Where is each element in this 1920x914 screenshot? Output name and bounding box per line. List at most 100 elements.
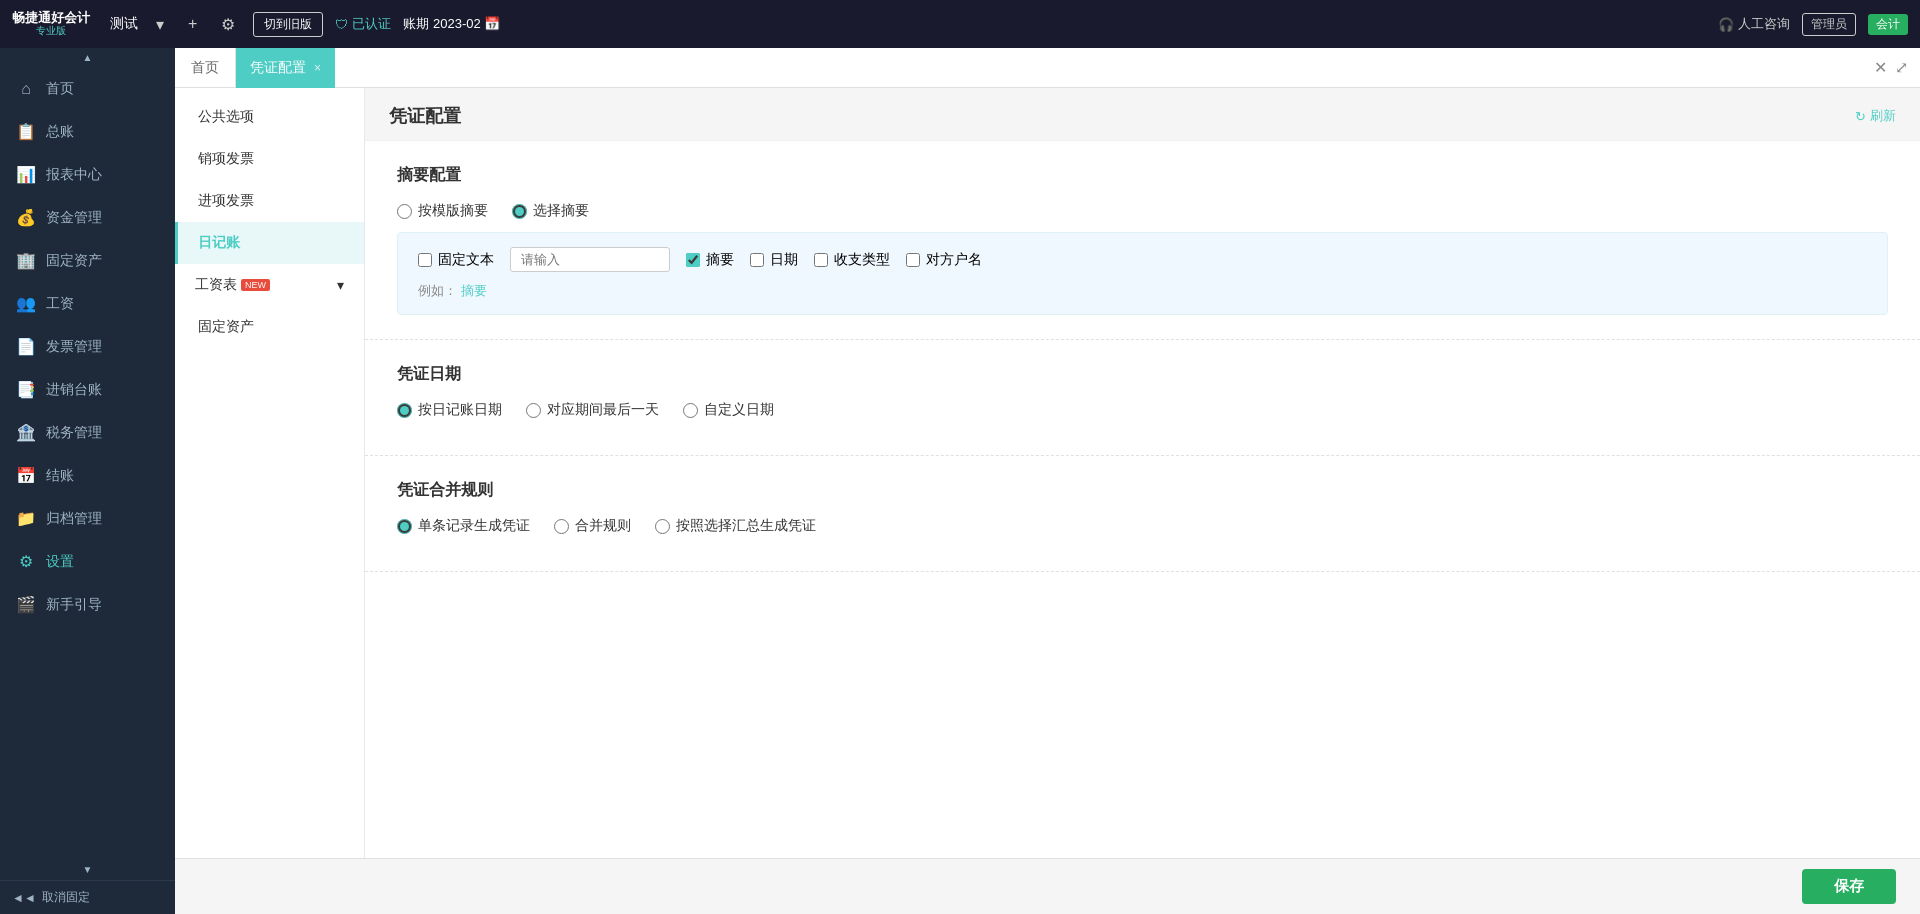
income-type-label: 收支类型 — [834, 251, 890, 269]
left-nav-payroll[interactable]: 工资表 NEW ▾ — [175, 264, 364, 306]
tab-home[interactable]: 首页 — [175, 48, 236, 88]
funds-icon: 💰 — [16, 208, 36, 227]
left-nav-fixed-assets[interactable]: 固定资产 — [175, 306, 364, 348]
summary-template-radio[interactable] — [397, 204, 412, 219]
sidebar-item-settings[interactable]: ⚙ 设置 — [0, 540, 175, 583]
sidebar-item-tax[interactable]: 🏦 税务管理 — [0, 411, 175, 454]
date-option-journal[interactable]: 按日记账日期 — [397, 401, 502, 419]
left-nav-public[interactable]: 公共选项 — [175, 96, 364, 138]
sidebar-scroll-up[interactable]: ▲ — [83, 52, 93, 64]
sidebar-item-wages[interactable]: 👥 工资 — [0, 282, 175, 325]
page-title: 凭证配置 — [389, 104, 461, 128]
sidebar-label-assets: 固定资产 — [46, 252, 102, 270]
consult-button[interactable]: 🎧 人工咨询 — [1718, 15, 1790, 33]
sidebar-label-closing: 结账 — [46, 467, 74, 485]
merge-option-aggregate[interactable]: 按照选择汇总生成凭证 — [655, 517, 816, 535]
tab-voucher-config-label: 凭证配置 — [250, 59, 306, 77]
project-name[interactable]: 测试 — [110, 15, 138, 33]
date-journal-radio[interactable] — [397, 403, 412, 418]
summary-select-radio[interactable] — [512, 204, 527, 219]
sidebar-item-assets[interactable]: 🏢 固定资产 — [0, 239, 175, 282]
sidebar-label-wages: 工资 — [46, 295, 74, 313]
summary-template-label: 按模版摘要 — [418, 202, 488, 220]
fixed-text-input[interactable] — [510, 247, 670, 272]
date-option-last[interactable]: 对应期间最后一天 — [526, 401, 659, 419]
dropdown-icon[interactable]: ▾ — [150, 11, 170, 38]
income-type-option[interactable]: 收支类型 — [814, 251, 890, 269]
tab-close-icon[interactable]: ✕ — [1874, 58, 1887, 77]
payroll-label: 工资表 — [195, 276, 237, 294]
tab-voucher-config[interactable]: 凭证配置 × — [236, 48, 335, 88]
summary-option-template[interactable]: 按模版摘要 — [397, 202, 488, 220]
sidebar-item-funds[interactable]: 💰 资金管理 — [0, 196, 175, 239]
sidebar-label-reports: 报表中心 — [46, 166, 102, 184]
date-custom-radio[interactable] — [683, 403, 698, 418]
certified-text: 已认证 — [352, 15, 391, 33]
counterparty-checkbox[interactable] — [906, 253, 920, 267]
summary-select-label: 选择摘要 — [533, 202, 589, 220]
refresh-button[interactable]: ↻ 刷新 — [1855, 107, 1896, 125]
guide-icon: 🎬 — [16, 595, 36, 614]
switch-old-version-button[interactable]: 切到旧版 — [253, 12, 323, 37]
date-option[interactable]: 日期 — [750, 251, 798, 269]
sidebar-item-home[interactable]: ⌂ 首页 — [0, 68, 175, 110]
sidebar-label-sales: 进销台账 — [46, 381, 102, 399]
income-type-checkbox[interactable] — [814, 253, 828, 267]
date-last-radio[interactable] — [526, 403, 541, 418]
invoices-icon: 📄 — [16, 337, 36, 356]
sidebar-item-sales[interactable]: 📑 进销台账 — [0, 368, 175, 411]
tab-expand-icon[interactable]: ⤢ — [1895, 58, 1908, 77]
page-header: 凭证配置 ↻ 刷新 — [365, 88, 1920, 141]
settings-icon[interactable]: ⚙ — [215, 11, 241, 38]
sidebar-item-guide[interactable]: 🎬 新手引导 — [0, 583, 175, 626]
summary-radio-group: 按模版摘要 选择摘要 — [397, 202, 1888, 220]
user-tag[interactable]: 管理员 — [1802, 13, 1856, 36]
accountant-tag[interactable]: 会计 — [1868, 14, 1908, 35]
fixed-text-option[interactable]: 固定文本 — [418, 251, 494, 269]
sidebar-scroll-down[interactable]: ▼ — [83, 864, 93, 876]
logo-text: 畅捷通好会计 — [12, 11, 90, 24]
merge-rules-title: 凭证合并规则 — [397, 480, 1888, 501]
fixed-text-checkbox[interactable] — [418, 253, 432, 267]
date-option-custom[interactable]: 自定义日期 — [683, 401, 774, 419]
sidebar-item-ledger[interactable]: 📋 总账 — [0, 110, 175, 153]
ledger-icon: 📋 — [16, 122, 36, 141]
merge-rules-radio-group: 单条记录生成凭证 合并规则 按照选择汇总生成凭证 — [397, 517, 1888, 535]
summary-box: 固定文本 摘要 日期 — [397, 232, 1888, 315]
date-checkbox[interactable] — [750, 253, 764, 267]
save-button[interactable]: 保存 — [1802, 869, 1896, 904]
merge-single-radio[interactable] — [397, 519, 412, 534]
merge-aggregate-radio[interactable] — [655, 519, 670, 534]
summary-checkbox[interactable] — [686, 253, 700, 267]
add-icon[interactable]: + — [182, 11, 203, 37]
counterparty-option[interactable]: 对方户名 — [906, 251, 982, 269]
sales-icon: 📑 — [16, 380, 36, 399]
logo-sub: 专业版 — [36, 24, 66, 38]
sidebar-item-invoices[interactable]: 📄 发票管理 — [0, 325, 175, 368]
sidebar-label-archive: 归档管理 — [46, 510, 102, 528]
sidebar-item-archive[interactable]: 📁 归档管理 — [0, 497, 175, 540]
merge-option-rule[interactable]: 合并规则 — [554, 517, 631, 535]
refresh-icon: ↻ — [1855, 109, 1866, 124]
merge-rules-section: 凭证合并规则 单条记录生成凭证 合并规则 — [365, 456, 1920, 572]
sidebar-item-closing[interactable]: 📅 结账 — [0, 454, 175, 497]
left-nav-sales-invoice[interactable]: 销项发票 — [175, 138, 364, 180]
home-icon: ⌂ — [16, 80, 36, 98]
cancel-fixed-button[interactable]: ◄◄ 取消固定 — [0, 880, 175, 914]
tab-close-button[interactable]: × — [314, 61, 321, 75]
settings-sidebar-icon: ⚙ — [16, 552, 36, 571]
merge-aggregate-label: 按照选择汇总生成凭证 — [676, 517, 816, 535]
period-info: 账期 2023-02 📅 — [403, 15, 500, 33]
voucher-date-section: 凭证日期 按日记账日期 对应期间最后一天 — [365, 340, 1920, 456]
summary-option-select[interactable]: 选择摘要 — [512, 202, 589, 220]
merge-option-single[interactable]: 单条记录生成凭证 — [397, 517, 530, 535]
date-last-label: 对应期间最后一天 — [547, 401, 659, 419]
date-custom-label: 自定义日期 — [704, 401, 774, 419]
new-badge: NEW — [241, 279, 270, 291]
certified-badge: 🛡 已认证 — [335, 15, 391, 33]
summary-check-option[interactable]: 摘要 — [686, 251, 734, 269]
left-nav-purchase-invoice[interactable]: 进项发票 — [175, 180, 364, 222]
merge-rule-radio[interactable] — [554, 519, 569, 534]
left-nav-journal[interactable]: 日记账 — [175, 222, 364, 264]
sidebar-item-reports[interactable]: 📊 报表中心 — [0, 153, 175, 196]
